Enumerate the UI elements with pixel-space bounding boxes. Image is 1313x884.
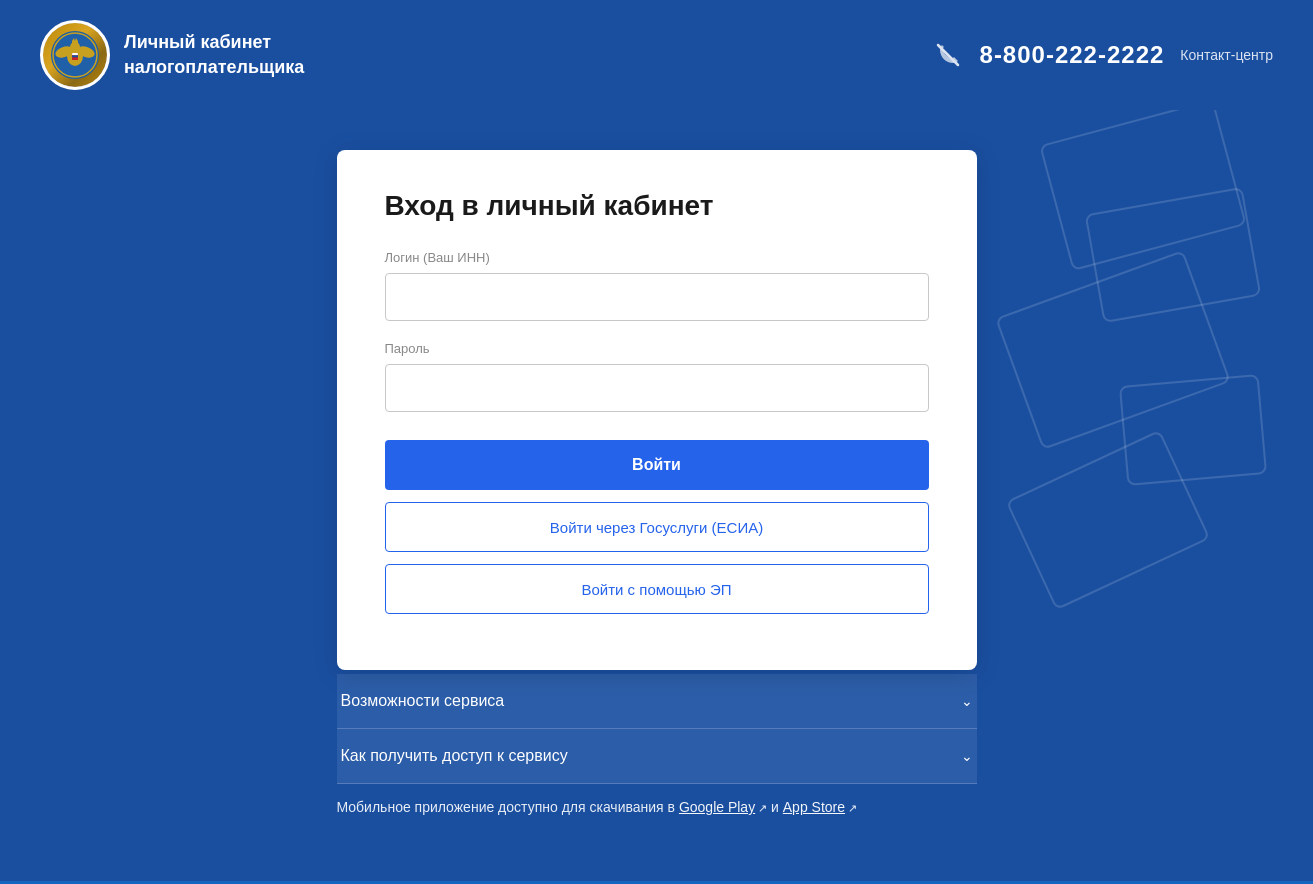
phone-number: 8-800-222-2222 bbox=[980, 41, 1165, 69]
svg-rect-10 bbox=[72, 53, 78, 55]
login-card: Вход в личный кабинет Логин (Ваш ИНН) Па… bbox=[337, 150, 977, 670]
page-header: Личный кабинет налогоплательщика 8-800-2… bbox=[0, 0, 1313, 110]
logo bbox=[40, 20, 110, 90]
app-store-link[interactable]: App Store↗ bbox=[783, 799, 857, 815]
accordion-item-1: Возможности сервиса ⌄ bbox=[337, 674, 977, 729]
main-content: Вход в личный кабинет Логин (Ваш ИНН) Па… bbox=[0, 110, 1313, 838]
chevron-down-icon-1: ⌄ bbox=[961, 693, 973, 709]
gosuslugi-button[interactable]: Войти через Госуслуги (ЕСИА) bbox=[385, 502, 929, 552]
accordion-header-1[interactable]: Возможности сервиса ⌄ bbox=[337, 674, 977, 728]
accordion-section: Возможности сервиса ⌄ Как получить досту… bbox=[337, 674, 977, 784]
login-field-group: Логин (Ваш ИНН) bbox=[385, 250, 929, 321]
login-title: Вход в личный кабинет bbox=[385, 190, 929, 222]
password-label: Пароль bbox=[385, 341, 929, 356]
svg-rect-12 bbox=[72, 58, 78, 60]
header-right: 8-800-222-2222 Контакт-центр bbox=[932, 39, 1273, 71]
external-link-icon-apple: ↗ bbox=[848, 800, 857, 818]
contact-center-label: Контакт-центр bbox=[1180, 47, 1273, 63]
svg-rect-6 bbox=[72, 41, 78, 44]
login-button[interactable]: Войти bbox=[385, 440, 929, 490]
login-input[interactable] bbox=[385, 273, 929, 321]
password-field-group: Пароль bbox=[385, 341, 929, 412]
accordion-header-2[interactable]: Как получить доступ к сервису ⌄ bbox=[337, 729, 977, 783]
password-input[interactable] bbox=[385, 364, 929, 412]
svg-rect-11 bbox=[72, 55, 78, 57]
ep-button[interactable]: Войти с помощью ЭП bbox=[385, 564, 929, 614]
site-title: Личный кабинет налогоплательщика bbox=[124, 30, 304, 80]
accordion-label-1: Возможности сервиса bbox=[341, 692, 505, 710]
accordion-label-2: Как получить доступ к сервису bbox=[341, 747, 568, 765]
phone-icon bbox=[932, 39, 964, 71]
header-left: Личный кабинет налогоплательщика bbox=[40, 20, 304, 90]
chevron-down-icon-2: ⌄ bbox=[961, 748, 973, 764]
mobile-footer-text: Мобильное приложение доступно для скачив… bbox=[337, 799, 679, 815]
mobile-app-footer: Мобильное приложение доступно для скачив… bbox=[337, 796, 977, 818]
logo-svg bbox=[50, 30, 100, 80]
external-link-icon-google: ↗ bbox=[758, 800, 767, 818]
google-play-link[interactable]: Google Play↗ bbox=[679, 799, 767, 815]
logo-emblem bbox=[43, 23, 107, 87]
login-label: Логин (Ваш ИНН) bbox=[385, 250, 929, 265]
accordion-item-2: Как получить доступ к сервису ⌄ bbox=[337, 729, 977, 784]
svg-line-13 bbox=[938, 45, 958, 65]
